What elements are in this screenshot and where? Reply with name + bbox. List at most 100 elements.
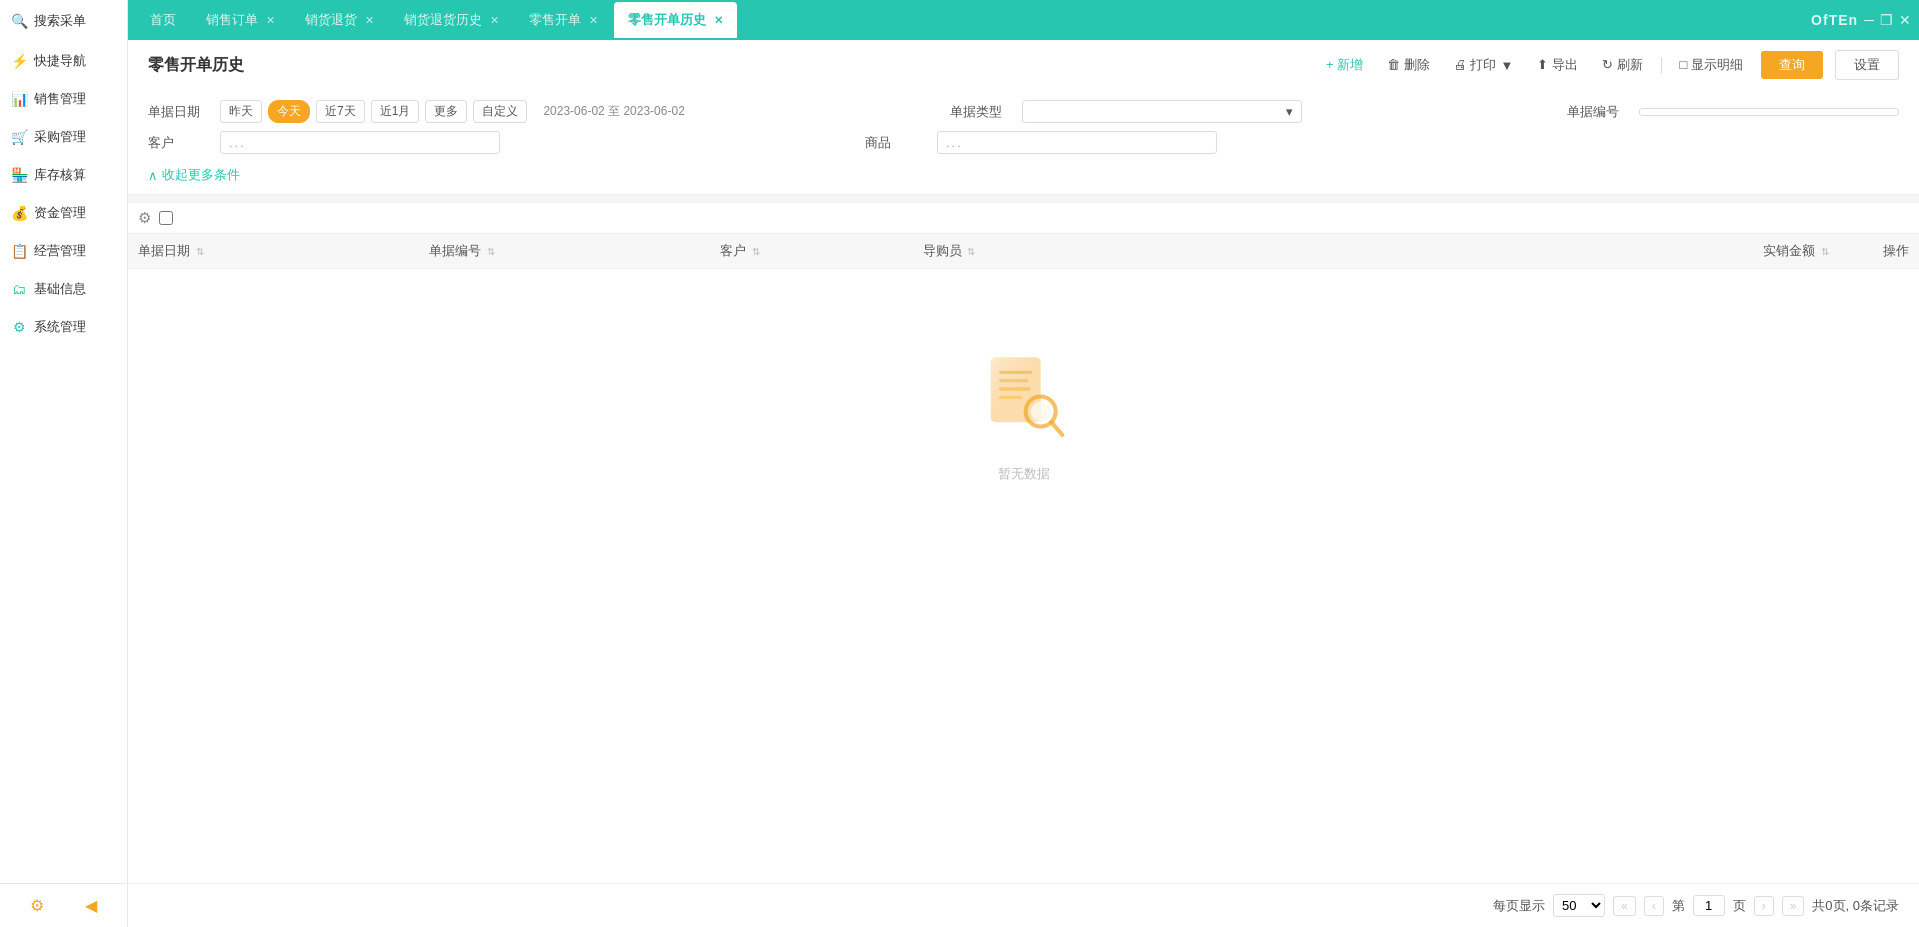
tab-sales-order-close[interactable]: ✕ bbox=[266, 14, 275, 27]
product-label: 商品 bbox=[865, 134, 921, 152]
sort-customer-icon: ⇅ bbox=[752, 246, 760, 257]
sidebar-search[interactable]: 🔍 搜索采单 bbox=[0, 0, 127, 42]
sidebar-item-system[interactable]: ⚙ 系统管理 bbox=[0, 308, 127, 346]
empty-illustration bbox=[974, 349, 1074, 449]
settings-button[interactable]: 设置 bbox=[1835, 50, 1899, 80]
date-btn-more[interactable]: 更多 bbox=[425, 100, 467, 123]
tab-retail-open-history[interactable]: 零售开单历史 ✕ bbox=[614, 2, 737, 38]
sort-salesperson-icon: ⇅ bbox=[967, 246, 975, 257]
sidebar-item-label: 采购管理 bbox=[34, 128, 86, 146]
product-placeholder: ... bbox=[946, 135, 963, 150]
sidebar: 🔍 搜索采单 ⚡ 快捷导航 📊 销售管理 🛒 采购管理 🏪 库存核算 💰 资金管… bbox=[0, 0, 128, 927]
per-page-label: 每页显示 bbox=[1493, 897, 1545, 915]
brand-name: OfTEn bbox=[1811, 12, 1858, 28]
svg-rect-1 bbox=[999, 371, 1032, 374]
table-header-row: 单据日期 ⇅ 单据编号 ⇅ 客户 ⇅ 导购员 ⇅ bbox=[128, 234, 1919, 269]
data-table: 单据日期 ⇅ 单据编号 ⇅ 客户 ⇅ 导购员 ⇅ bbox=[128, 234, 1919, 543]
date-btn-1month[interactable]: 近1月 bbox=[371, 100, 420, 123]
export-button[interactable]: ⬆ 导出 bbox=[1531, 53, 1584, 77]
sidebar-item-inventory[interactable]: 🏪 库存核算 bbox=[0, 156, 127, 194]
collapse-sidebar-icon[interactable]: ◀ bbox=[85, 896, 97, 915]
pagination-last-btn[interactable]: » bbox=[1782, 896, 1805, 916]
pagination-first-btn[interactable]: « bbox=[1613, 896, 1636, 916]
sidebar-item-operations[interactable]: 📋 经营管理 bbox=[0, 232, 127, 270]
date-group: 昨天 今天 近7天 近1月 更多 自定义 bbox=[220, 100, 527, 123]
search-icon: 🔍 bbox=[10, 12, 28, 30]
sidebar-item-purchase-mgmt[interactable]: 🛒 采购管理 bbox=[0, 118, 127, 156]
select-all-checkbox[interactable] bbox=[159, 211, 173, 225]
filter-row-date: 单据日期 昨天 今天 近7天 近1月 更多 自定义 2023-06-02 至 2… bbox=[148, 100, 1899, 123]
customer-input[interactable]: ... bbox=[220, 131, 500, 154]
close-btn[interactable]: ✕ bbox=[1899, 12, 1911, 28]
date-btn-custom[interactable]: 自定义 bbox=[473, 100, 527, 123]
date-btn-7days[interactable]: 近7天 bbox=[316, 100, 365, 123]
th-amount[interactable]: 实销金额 ⇅ bbox=[1159, 234, 1839, 269]
product-input[interactable]: ... bbox=[937, 131, 1217, 154]
th-date[interactable]: 单据日期 ⇅ bbox=[128, 234, 419, 269]
finance-icon: 💰 bbox=[10, 204, 28, 222]
th-salesperson[interactable]: 导购员 ⇅ bbox=[913, 234, 1160, 269]
tab-retail-open[interactable]: 零售开单 ✕ bbox=[515, 2, 612, 38]
operations-icon: 📋 bbox=[10, 242, 28, 260]
date-label: 单据日期 bbox=[148, 103, 204, 121]
sidebar-item-finance[interactable]: 💰 资金管理 bbox=[0, 194, 127, 232]
print-label: 🖨 打印 bbox=[1454, 56, 1497, 74]
tab-sales-order[interactable]: 销售订单 ✕ bbox=[192, 2, 289, 38]
add-button[interactable]: + 新增 bbox=[1320, 53, 1369, 77]
empty-text: 暂无数据 bbox=[998, 465, 1050, 483]
svg-rect-2 bbox=[999, 379, 1028, 382]
quick-nav-icon: ⚡ bbox=[10, 52, 28, 70]
pagination-next-btn[interactable]: › bbox=[1754, 896, 1774, 916]
sidebar-search-label: 搜索采单 bbox=[34, 12, 86, 30]
sort-date-icon: ⇅ bbox=[196, 246, 204, 257]
display-detail-button[interactable]: □ 显示明细 bbox=[1674, 53, 1749, 77]
customer-placeholder: ... bbox=[229, 135, 246, 150]
tab-retail-open-label: 零售开单 bbox=[529, 11, 581, 29]
settings-icon[interactable]: ⚙ bbox=[30, 896, 44, 915]
tab-sales-return-history-label: 销货退货历史 bbox=[404, 11, 482, 29]
sidebar-item-label: 快捷导航 bbox=[34, 52, 86, 70]
restore-btn[interactable]: ❐ bbox=[1880, 12, 1893, 28]
th-customer[interactable]: 客户 ⇅ bbox=[710, 234, 913, 269]
pagination-prev-btn[interactable]: ‹ bbox=[1644, 896, 1664, 916]
tab-sales-return[interactable]: 销货退货 ✕ bbox=[291, 2, 388, 38]
per-page-select[interactable]: 50 10 20 100 bbox=[1553, 894, 1605, 917]
pagination: 每页显示 50 10 20 100 « ‹ 第 1 页 › » 共0页, 0条记… bbox=[128, 883, 1919, 927]
sales-icon: 📊 bbox=[10, 90, 28, 108]
sidebar-item-label: 资金管理 bbox=[34, 204, 86, 222]
type-select[interactable]: ▾ bbox=[1022, 100, 1302, 123]
collapse-arrow-icon: ∧ bbox=[148, 168, 158, 183]
sidebar-item-base-info[interactable]: 🗂 基础信息 bbox=[0, 270, 127, 308]
tab-retail-open-history-close[interactable]: ✕ bbox=[714, 14, 723, 27]
empty-state-row: 暂无数据 bbox=[128, 269, 1919, 544]
delete-button[interactable]: 🗑 删除 bbox=[1381, 53, 1436, 77]
tab-home-label: 首页 bbox=[150, 11, 176, 29]
date-btn-yesterday[interactable]: 昨天 bbox=[220, 100, 262, 123]
print-button[interactable]: 🖨 打印 ▼ bbox=[1448, 53, 1520, 77]
table-toolbar: ⚙ bbox=[128, 203, 1919, 234]
tab-retail-open-close[interactable]: ✕ bbox=[589, 14, 598, 27]
table-settings-icon[interactable]: ⚙ bbox=[138, 209, 151, 227]
th-number[interactable]: 单据编号 ⇅ bbox=[419, 234, 710, 269]
tab-sales-order-label: 销售订单 bbox=[206, 11, 258, 29]
tab-sales-return-history[interactable]: 销货退货历史 ✕ bbox=[390, 2, 513, 38]
sidebar-item-sales-mgmt[interactable]: 📊 销售管理 bbox=[0, 80, 127, 118]
pagination-total: 共0页, 0条记录 bbox=[1812, 897, 1899, 915]
date-btn-today[interactable]: 今天 bbox=[268, 100, 310, 123]
sidebar-item-quick-nav[interactable]: ⚡ 快捷导航 bbox=[0, 42, 127, 80]
refresh-button[interactable]: ↻ 刷新 bbox=[1596, 53, 1649, 77]
page-header: 零售开单历史 + 新增 🗑 删除 🖨 打印 ▼ ⬆ 导出 ↻ 刷新 □ 显示明细… bbox=[128, 40, 1919, 90]
number-input[interactable] bbox=[1639, 108, 1899, 116]
query-button[interactable]: 查询 bbox=[1761, 51, 1823, 79]
table-area: ⚙ 单据日期 ⇅ 单据编号 ⇅ 客户 bbox=[128, 203, 1919, 883]
tab-retail-open-history-label: 零售开单历史 bbox=[628, 11, 706, 29]
tab-sales-return-close[interactable]: ✕ bbox=[365, 14, 374, 27]
sidebar-item-label: 系统管理 bbox=[34, 318, 86, 336]
tab-sales-return-history-close[interactable]: ✕ bbox=[490, 14, 499, 27]
collapse-filter-btn[interactable]: ∧ 收起更多条件 bbox=[148, 162, 1899, 188]
page-input[interactable]: 1 bbox=[1693, 895, 1725, 916]
tab-home[interactable]: 首页 bbox=[136, 2, 190, 38]
minimize-btn[interactable]: ─ bbox=[1864, 12, 1874, 28]
sidebar-bottom: ⚙ ◀ bbox=[0, 883, 127, 927]
page-title-row: 零售开单历史 + 新增 🗑 删除 🖨 打印 ▼ ⬆ 导出 ↻ 刷新 □ 显示明细… bbox=[148, 50, 1899, 80]
